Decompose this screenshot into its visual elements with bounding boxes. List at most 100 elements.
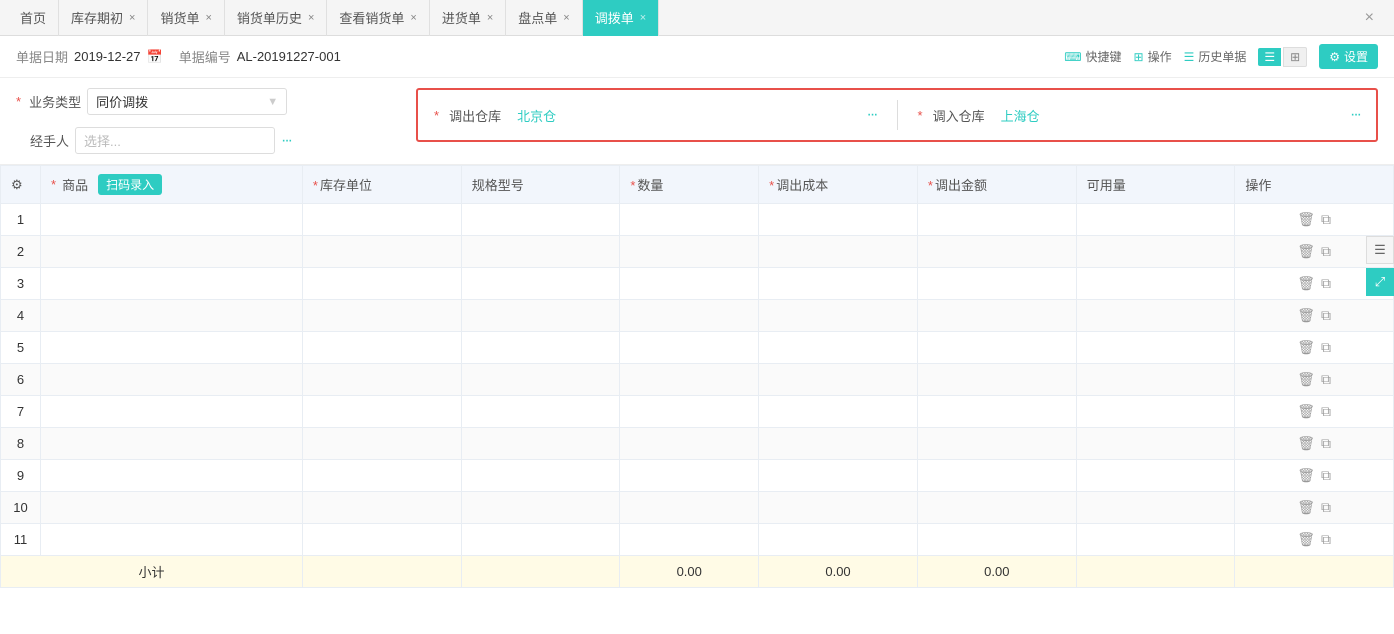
tab-sales-history[interactable]: 销货单历史 × [225,0,327,36]
tab-close-sales-order[interactable]: × [205,12,211,24]
delete-row-icon[interactable]: 🗑 [1297,339,1315,356]
view-toggle[interactable]: ☰ ⊞ [1258,47,1307,67]
operator-select[interactable]: 选择... [75,127,275,154]
warehouse-out-value[interactable]: 北京仓 [517,106,858,125]
dropdown-arrow-icon: ▼ [267,96,278,108]
table-row: 4🗑⧉ [1,300,1394,332]
operator-label: 经手人 [30,131,69,150]
date-value[interactable]: 2019-12-27 [74,49,141,64]
th-available: 可用量 [1076,166,1235,204]
copy-row-icon[interactable]: ⧉ [1321,435,1331,452]
warehouse-in-more-icon[interactable]: ··· [1350,106,1360,124]
subtotal-cost: 0.00 [759,556,918,588]
required-star-in: * [918,108,923,123]
table-row: 5🗑⧉ [1,332,1394,364]
operator-field: 经手人 选择... ··· [16,127,291,154]
toolbar-right: ⌨ 快捷键 ⊞ 操作 ☰ 历史单据 ☰ ⊞ ⚙ 设置 [1064,44,1378,69]
operator-more-icon[interactable]: ··· [281,132,291,150]
delete-row-icon[interactable]: 🗑 [1297,211,1315,228]
business-type-row: * 业务类型 同价调拨 ▼ [16,88,396,115]
operation-button[interactable]: ⊞ 操作 [1134,48,1172,65]
copy-row-icon[interactable]: ⧉ [1321,275,1331,292]
tab-close-purchase-order[interactable]: × [487,12,493,24]
tab-view-sales[interactable]: 查看销货单 × [327,0,429,36]
date-field: 单据日期 2019-12-27 📅 [16,47,163,66]
warehouse-in-label: 调入仓库 [933,106,985,125]
copy-row-icon[interactable]: ⧉ [1321,467,1331,484]
tab-inventory-check[interactable]: 盘点单 × [506,0,582,36]
business-type-field: * 业务类型 同价调拨 ▼ [16,88,287,115]
copy-row-icon[interactable]: ⧉ [1321,371,1331,388]
side-tool-expand[interactable]: ⤢ [1366,268,1394,296]
list-view-icon[interactable]: ☰ [1258,48,1281,66]
settings-button[interactable]: ⚙ 设置 [1319,44,1378,69]
main-close-button[interactable]: × [1353,9,1386,27]
copy-row-icon[interactable]: ⧉ [1321,531,1331,548]
warehouse-divider [897,100,898,130]
table-row: 2🗑⧉ [1,236,1394,268]
business-type-value: 同价调拨 [96,92,148,111]
number-label: 单据编号 [179,47,231,66]
copy-row-icon[interactable]: ⧉ [1321,339,1331,356]
warehouse-form: * 调出仓库 北京仓 ··· * 调入仓库 上海仓 ··· [416,88,1378,142]
table-row: 9🗑⧉ [1,460,1394,492]
delete-row-icon[interactable]: 🗑 [1297,371,1315,388]
shortcut-icon: ⌨ [1064,50,1081,64]
tab-close-sales-history[interactable]: × [308,12,314,24]
tab-inventory-init[interactable]: 库存期初 × [59,0,148,36]
copy-row-icon[interactable]: ⧉ [1321,243,1331,260]
th-unit: *库存单位 [302,166,461,204]
side-tool-list[interactable]: ☰ [1366,236,1394,264]
grid-view-icon[interactable]: ⊞ [1283,47,1307,67]
delete-row-icon[interactable]: 🗑 [1297,307,1315,324]
tab-close-inventory-check[interactable]: × [563,12,569,24]
th-settings[interactable]: ⚙ [1,166,41,204]
required-star-out: * [434,108,439,123]
delete-row-icon[interactable]: 🗑 [1297,499,1315,516]
calendar-icon[interactable]: 📅 [147,49,163,65]
delete-row-icon[interactable]: 🗑 [1297,403,1315,420]
side-tools: ☰ ⤢ [1366,236,1394,296]
copy-row-icon[interactable]: ⧉ [1321,211,1331,228]
tab-transfer-order[interactable]: 调拨单 × [583,0,659,36]
form-left: * 业务类型 同价调拨 ▼ 经手人 选择... ··· [16,88,396,154]
business-type-select[interactable]: 同价调拨 ▼ [87,88,287,115]
form-section: * 业务类型 同价调拨 ▼ 经手人 选择... ··· [0,78,1394,165]
subtotal-qty: 0.00 [620,556,759,588]
warehouse-in-field: * 调入仓库 上海仓 ··· [918,106,1361,125]
tab-close-transfer-order[interactable]: × [640,12,646,24]
shortcut-button[interactable]: ⌨ 快捷键 [1064,48,1121,65]
copy-row-icon[interactable]: ⧉ [1321,499,1331,516]
copy-row-icon[interactable]: ⧉ [1321,307,1331,324]
settings-gear-icon: ⚙ [1329,50,1340,64]
history-button[interactable]: ☰ 历史单据 [1184,48,1247,65]
delete-row-icon[interactable]: 🗑 [1297,243,1315,260]
copy-row-icon[interactable]: ⧉ [1321,403,1331,420]
delete-row-icon[interactable]: 🗑 [1297,467,1315,484]
scan-entry-button[interactable]: 扫码录入 [98,174,162,195]
operation-label: 操作 [1148,48,1172,65]
warehouse-out-more-icon[interactable]: ··· [867,106,877,124]
th-product: * 商品 扫码录入 [41,166,303,204]
th-product-label: 商品 [62,175,88,194]
table-row: 10🗑⧉ [1,492,1394,524]
operation-icon: ⊞ [1134,50,1144,64]
subtotal-row: 小计 0.00 0.00 0.00 [1,556,1394,588]
required-star-business: * [16,94,21,109]
number-field: 单据编号 AL-20191227-001 [179,47,341,66]
tab-bar: 首页 库存期初 × 销货单 × 销货单历史 × 查看销货单 × 进货单 × 盘点… [0,0,1394,36]
tab-sales-order[interactable]: 销货单 × [148,0,224,36]
toolbar: 单据日期 2019-12-27 📅 单据编号 AL-20191227-001 ⌨… [0,36,1394,78]
th-spec: 规格型号 [461,166,620,204]
tab-purchase-order[interactable]: 进货单 × [430,0,506,36]
operator-row: 经手人 选择... ··· [16,127,396,154]
tab-close-inventory-init[interactable]: × [129,12,135,24]
tab-close-view-sales[interactable]: × [410,12,416,24]
table-row: 6🗑⧉ [1,364,1394,396]
operator-placeholder: 选择... [84,131,121,150]
warehouse-in-value[interactable]: 上海仓 [1001,106,1342,125]
delete-row-icon[interactable]: 🗑 [1297,275,1315,292]
delete-row-icon[interactable]: 🗑 [1297,435,1315,452]
delete-row-icon[interactable]: 🗑 [1297,531,1315,548]
tab-home[interactable]: 首页 [8,0,59,36]
